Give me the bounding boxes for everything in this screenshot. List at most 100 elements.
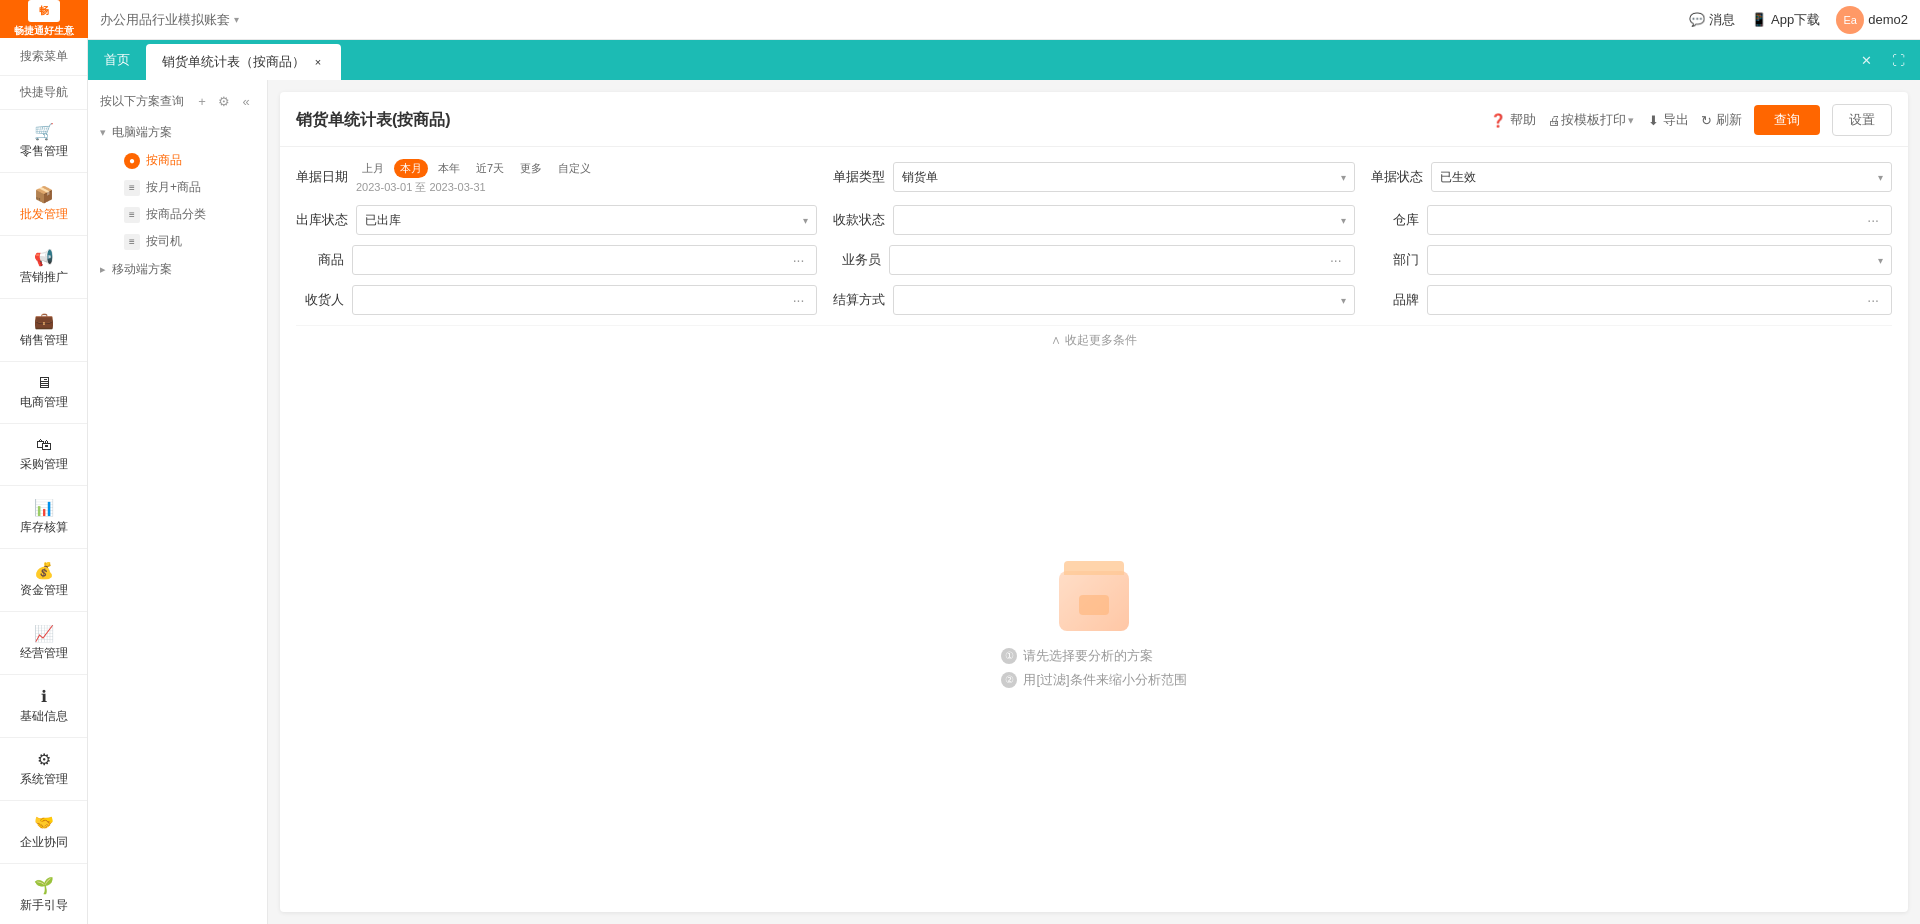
app-download-btn[interactable]: 📱 App下载 xyxy=(1751,11,1820,29)
recipient-dots[interactable]: ··· xyxy=(789,292,809,308)
sidebar-item-ecommerce[interactable]: 🖥 电商管理 xyxy=(0,362,87,424)
payment-select[interactable]: ▾ xyxy=(893,285,1354,315)
date-tab-last-month[interactable]: 上月 xyxy=(356,159,390,178)
sidebar-item-purchase[interactable]: 🛍 采购管理 xyxy=(0,424,87,486)
sidebar-item-retail[interactable]: 🛒 零售管理 xyxy=(0,110,87,173)
quick-nav[interactable]: 快捷导航 xyxy=(0,76,87,110)
sidebar-item-enterprise[interactable]: 🤝 企业协同 xyxy=(0,801,87,864)
tree-section-mobile[interactable]: ▸ 移动端方案 xyxy=(88,255,267,284)
product-field: 商品 ··· xyxy=(296,245,817,275)
refresh-btn[interactable]: ↻ 刷新 xyxy=(1701,111,1742,129)
by-product-category-icon: ≡ xyxy=(124,207,140,223)
date-field: 单据日期 上月 本月 本年 近7天 更多 自定义 2023-03-01 至 20… xyxy=(296,159,817,195)
search-menu[interactable]: 搜索菜单 xyxy=(0,38,87,76)
date-range-text[interactable]: 2023-03-01 至 2023-03-31 xyxy=(356,180,817,195)
sidebar-item-base-info[interactable]: ℹ 基础信息 xyxy=(0,675,87,738)
date-tab-this-month[interactable]: 本月 xyxy=(394,159,428,178)
export-btn[interactable]: ⬇ 导出 xyxy=(1648,111,1689,129)
sidebar-item-marketing[interactable]: 📢 营销推广 xyxy=(0,236,87,299)
payment-field: 结算方式 ▾ xyxy=(833,285,1354,315)
ecommerce-icon: 🖥 xyxy=(36,374,52,392)
date-tab-custom[interactable]: 自定义 xyxy=(552,159,597,178)
sidebar-item-sales[interactable]: 💼 销售管理 xyxy=(0,299,87,362)
product-label: 商品 xyxy=(296,251,352,269)
salesman-select[interactable]: ··· xyxy=(889,245,1354,275)
messages-btn[interactable]: 💬 消息 xyxy=(1689,11,1735,29)
query-btn[interactable]: 查询 xyxy=(1754,105,1820,135)
empty-hint-2: ② 用[过滤]条件来缩小分析范围 xyxy=(1001,671,1186,689)
warehouse-select[interactable]: ··· xyxy=(1427,205,1892,235)
date-tab-last-7-days[interactable]: 近7天 xyxy=(470,159,510,178)
empty-hint: ① 请先选择要分析的方案 ② 用[过滤]条件来缩小分析范围 xyxy=(1001,647,1186,689)
panel-collapse-btn[interactable]: « xyxy=(237,92,255,110)
recipient-select[interactable]: ··· xyxy=(352,285,817,315)
empty-illustration xyxy=(1044,531,1144,631)
print-btn[interactable]: 🖨 按模板打印 ▾ xyxy=(1548,111,1636,129)
sidebar-item-wholesale[interactable]: 📦 批发管理 xyxy=(0,173,87,236)
hint-number-1: ① xyxy=(1001,648,1017,664)
filter-row-1: 单据日期 上月 本月 本年 近7天 更多 自定义 2023-03-01 至 20… xyxy=(296,159,1892,195)
panel-header-actions: + ⚙ « xyxy=(193,92,255,110)
maximize-btn[interactable]: ⛶ xyxy=(1884,46,1912,74)
user-avatar: Ea xyxy=(1836,6,1864,34)
tab-home[interactable]: 首页 xyxy=(88,40,146,80)
filter-row-4: 收货人 ··· 结算方式 ▾ xyxy=(296,285,1892,315)
scheme-settings-btn[interactable]: ⚙ xyxy=(215,92,233,110)
salesman-field: 业务员 ··· xyxy=(833,245,1354,275)
product-select[interactable]: ··· xyxy=(352,245,817,275)
warehouse-status-arrow: ▾ xyxy=(803,215,808,226)
receipt-status-select[interactable]: ▾ xyxy=(893,205,1354,235)
collapse-bar[interactable]: ∧ 收起更多条件 xyxy=(296,325,1892,355)
export-icon: ⬇ xyxy=(1648,113,1659,128)
doc-status-select[interactable]: 已生效 ▾ xyxy=(1431,162,1892,192)
app-logo[interactable]: 畅 畅捷通好生意 xyxy=(0,0,88,38)
brand-field: 品牌 ··· xyxy=(1371,285,1892,315)
sidebar-item-inventory[interactable]: 📊 库存核算 xyxy=(0,486,87,549)
warehouse-dots[interactable]: ··· xyxy=(1863,212,1883,228)
payment-label: 结算方式 xyxy=(833,291,893,309)
scheme-by-product[interactable]: ● 按商品 xyxy=(96,147,267,174)
date-tab-this-year[interactable]: 本年 xyxy=(432,159,466,178)
left-panel: 按以下方案查询 + ⚙ « ▾ 电脑端方案 ● 按商品 ≡ 按月+ xyxy=(88,80,268,924)
doc-type-arrow: ▾ xyxy=(1341,172,1346,183)
brand-select[interactable]: ··· xyxy=(1427,285,1892,315)
setting-btn[interactable]: 设置 xyxy=(1832,104,1892,136)
receipt-status-field: 收款状态 ▾ xyxy=(833,205,1354,235)
purchase-icon: 🛍 xyxy=(36,436,52,454)
tab-sales-stats[interactable]: 销货单统计表（按商品） × xyxy=(146,44,341,80)
tabbar: 首页 销货单统计表（按商品） × ✕ ⛶ xyxy=(88,40,1920,80)
user-menu[interactable]: Ea demo2 xyxy=(1836,6,1908,34)
brand-dots[interactable]: ··· xyxy=(1863,292,1883,308)
close-window-btn[interactable]: ✕ xyxy=(1852,46,1880,74)
topbar-right: 💬 消息 📱 App下载 Ea demo2 xyxy=(1689,6,1908,34)
scheme-by-product-category[interactable]: ≡ 按商品分类 xyxy=(96,201,267,228)
by-product-icon: ● xyxy=(124,153,140,169)
sidebar-item-system[interactable]: ⚙ 系统管理 xyxy=(0,738,87,801)
department-field: 部门 ▾ xyxy=(1371,245,1892,275)
salesman-dots[interactable]: ··· xyxy=(1326,252,1346,268)
doc-type-select[interactable]: 销货单 ▾ xyxy=(893,162,1354,192)
topbar-left: 办公用品行业模拟账套 ▾ xyxy=(100,11,239,29)
sidebar-item-operations[interactable]: 📈 经营管理 xyxy=(0,612,87,675)
sidebar-item-finance[interactable]: 💰 资金管理 xyxy=(0,549,87,612)
operations-icon: 📈 xyxy=(34,624,54,643)
tab-close-btn[interactable]: × xyxy=(311,55,325,69)
product-dots[interactable]: ··· xyxy=(789,252,809,268)
sidebar-item-newbie[interactable]: 🌱 新手引导 xyxy=(0,864,87,924)
warehouse-status-select[interactable]: 已出库 ▾ xyxy=(356,205,817,235)
empty-state: ① 请先选择要分析的方案 ② 用[过滤]条件来缩小分析范围 xyxy=(280,367,1908,912)
department-select[interactable]: ▾ xyxy=(1427,245,1892,275)
help-btn[interactable]: ❓ 帮助 xyxy=(1490,111,1536,129)
tree-section-desktop[interactable]: ▾ 电脑端方案 xyxy=(88,118,267,147)
scheme-by-cashier[interactable]: ≡ 按司机 xyxy=(96,228,267,255)
doc-status-label: 单据状态 xyxy=(1371,168,1431,186)
date-tab-more[interactable]: 更多 xyxy=(514,159,548,178)
date-tabs: 上月 本月 本年 近7天 更多 自定义 xyxy=(356,159,817,178)
message-icon: 💬 xyxy=(1689,12,1705,27)
print-dropdown-arrow[interactable]: ▾ xyxy=(1626,114,1636,127)
industry-name: 办公用品行业模拟账套 xyxy=(100,11,230,29)
doc-type-label: 单据类型 xyxy=(833,168,893,186)
scheme-by-month-product[interactable]: ≡ 按月+商品 xyxy=(96,174,267,201)
add-scheme-btn[interactable]: + xyxy=(193,92,211,110)
industry-selector[interactable]: 办公用品行业模拟账套 ▾ xyxy=(100,11,239,29)
